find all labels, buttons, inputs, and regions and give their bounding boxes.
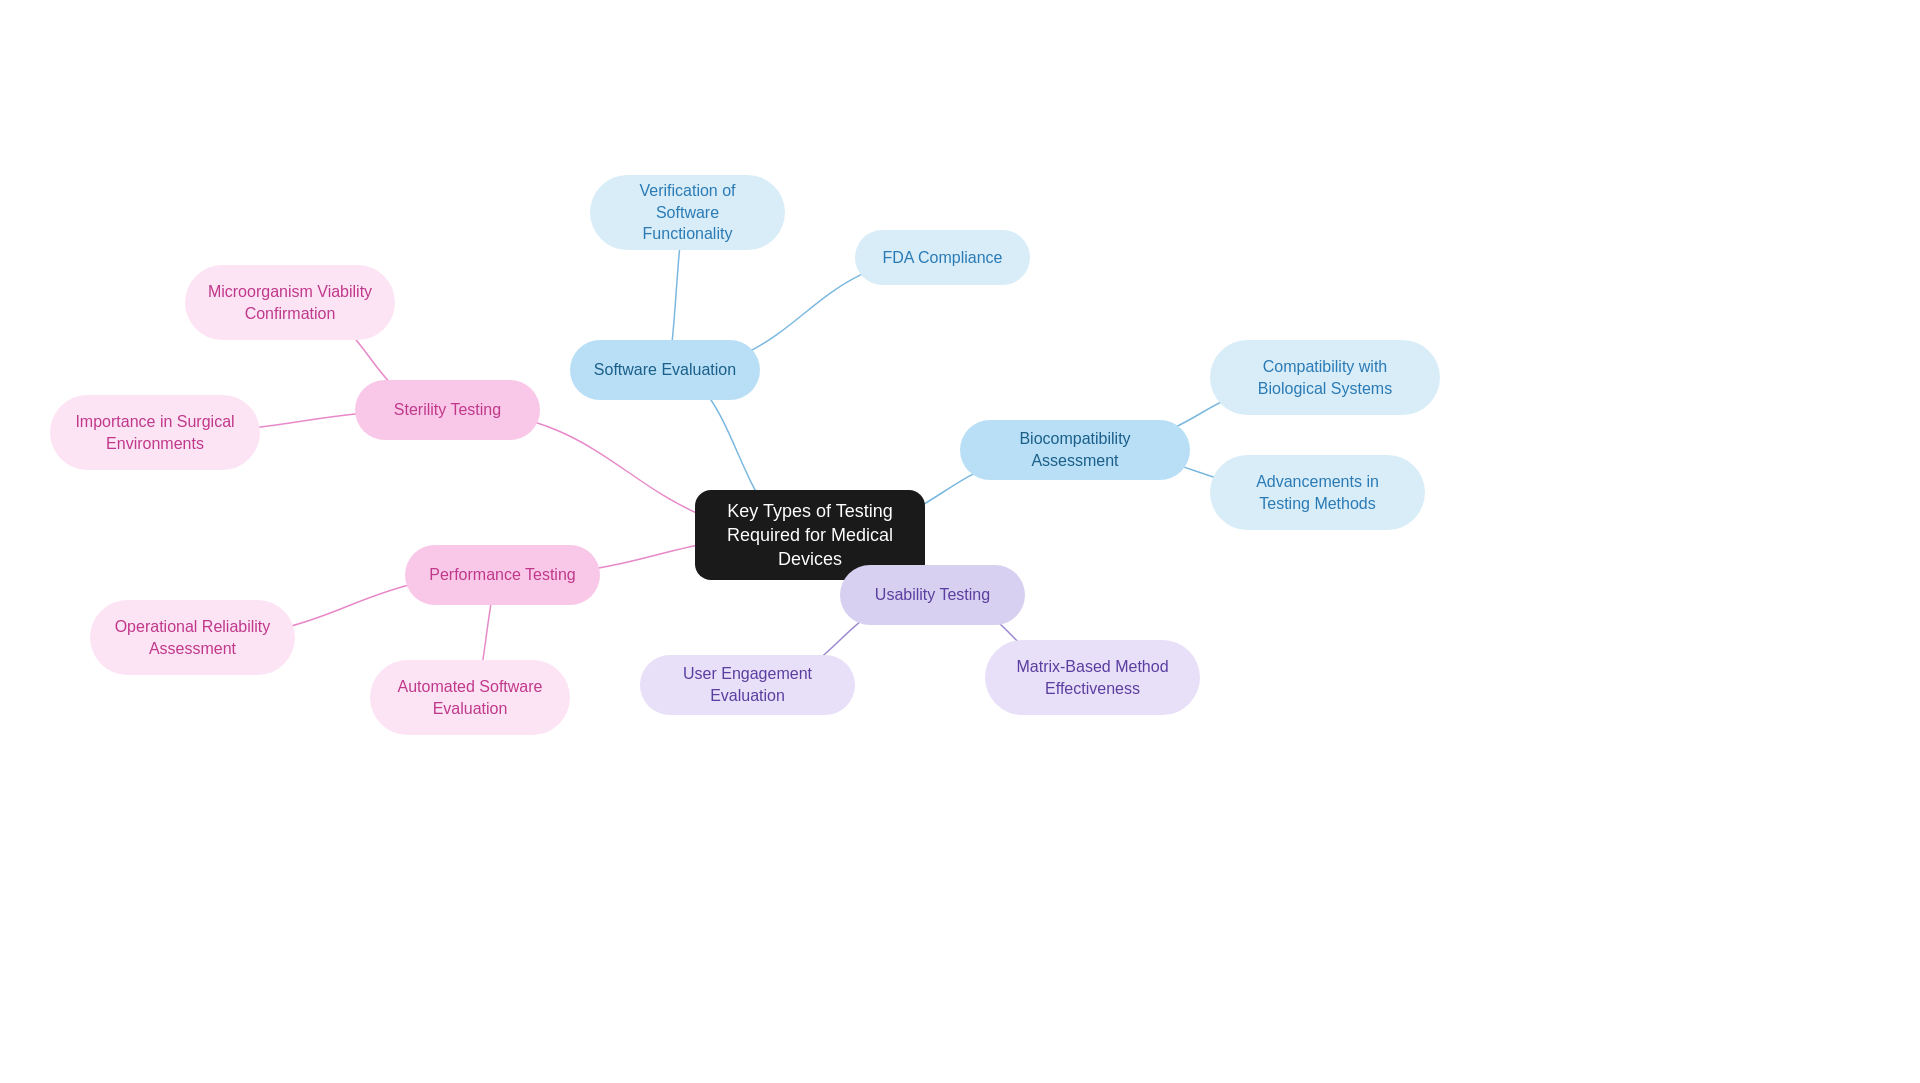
node-microorganism: Microorganism Viability Confirmation xyxy=(185,265,395,340)
node-sterility: Sterility Testing xyxy=(355,380,540,440)
node-user-engagement: User Engagement Evaluation xyxy=(640,655,855,715)
node-advancements: Advancements in Testing Methods xyxy=(1210,455,1425,530)
node-performance: Performance Testing xyxy=(405,545,600,605)
node-operational: Operational Reliability Assessment xyxy=(90,600,295,675)
node-fda: FDA Compliance xyxy=(855,230,1030,285)
node-automated: Automated Software Evaluation xyxy=(370,660,570,735)
node-usability: Usability Testing xyxy=(840,565,1025,625)
node-verification: Verification of Software Functionality xyxy=(590,175,785,250)
node-importance-surgical: Importance in Surgical Environments xyxy=(50,395,260,470)
node-software-eval: Software Evaluation xyxy=(570,340,760,400)
center-label: Key Types of Testing Required for Medica… xyxy=(717,499,903,572)
node-biocompat: Biocompatibility Assessment xyxy=(960,420,1190,480)
node-compat-bio: Compatibility with Biological Systems xyxy=(1210,340,1440,415)
node-matrix: Matrix-Based Method Effectiveness xyxy=(985,640,1200,715)
